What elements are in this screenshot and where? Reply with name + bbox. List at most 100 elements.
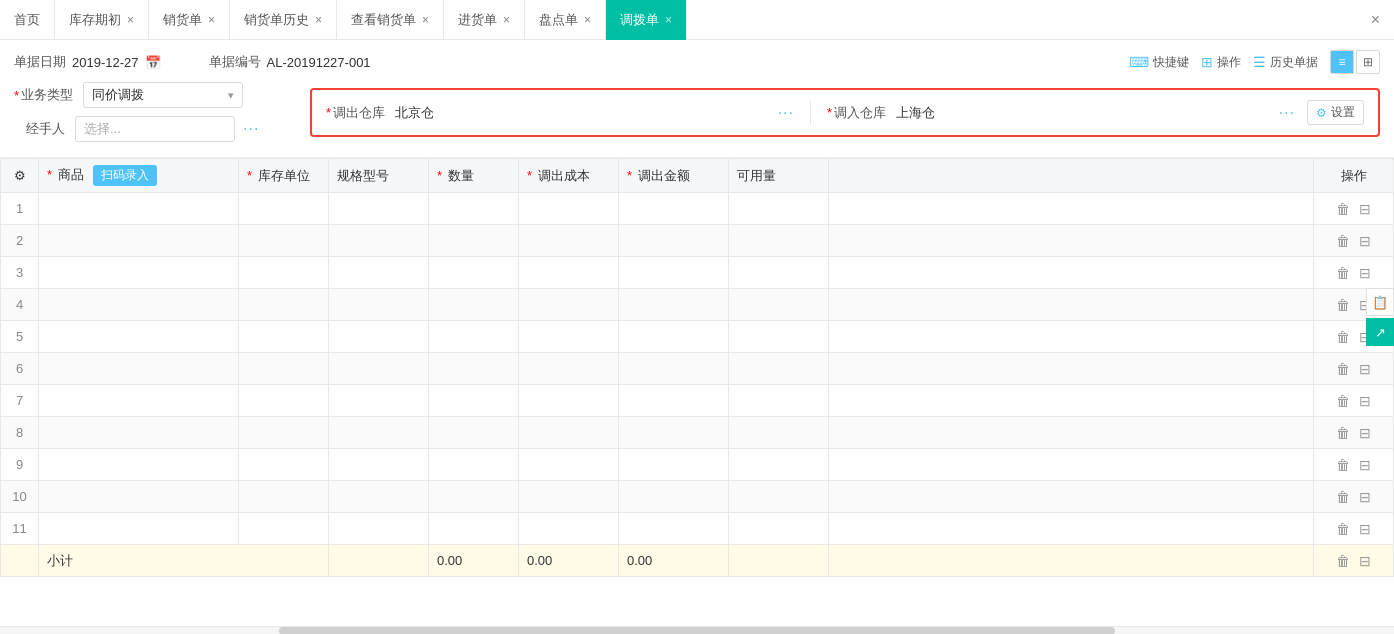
cell-cost[interactable] [519,193,619,225]
business-type-select[interactable]: 同价调拨 ▾ [83,82,243,108]
cell-available[interactable] [729,385,829,417]
scrollbar-track[interactable] [0,626,1394,634]
cell-qty[interactable] [429,225,519,257]
cell-spec[interactable] [329,321,429,353]
copy-icon[interactable]: ⊟ [1359,361,1371,377]
cell-amount[interactable] [619,353,729,385]
cell-amount[interactable] [619,513,729,545]
cell-available[interactable] [729,417,829,449]
tab-sales[interactable]: 销货单 × [149,0,230,40]
cell-product[interactable] [39,353,239,385]
cell-amount[interactable] [619,225,729,257]
cell-qty[interactable] [429,353,519,385]
cell-unit[interactable] [239,289,329,321]
tab-stock-init[interactable]: 库存期初 × [55,0,149,40]
cell-qty[interactable] [429,289,519,321]
cell-unit[interactable] [239,449,329,481]
cell-available[interactable] [729,321,829,353]
view-toggle-grid[interactable]: ⊞ [1356,50,1380,74]
tab-close-icon[interactable]: × [315,13,322,27]
window-close-button[interactable]: × [1357,0,1394,40]
tab-sales-history[interactable]: 销货单历史 × [230,0,337,40]
cell-unit[interactable] [239,257,329,289]
cell-available[interactable] [729,289,829,321]
cell-available[interactable] [729,225,829,257]
cell-product[interactable] [39,449,239,481]
copy-icon[interactable]: ⊟ [1359,489,1371,505]
cell-unit[interactable] [239,481,329,513]
tab-close-icon[interactable]: × [584,13,591,27]
cell-product[interactable] [39,289,239,321]
cell-amount[interactable] [619,385,729,417]
tab-close-icon[interactable]: × [422,13,429,27]
tab-close-icon[interactable]: × [208,13,215,27]
cell-spec[interactable] [329,257,429,289]
cell-cost[interactable] [519,289,619,321]
cell-unit[interactable] [239,385,329,417]
cell-spec[interactable] [329,353,429,385]
cell-spec[interactable] [329,417,429,449]
cell-available[interactable] [729,257,829,289]
cell-cost[interactable] [519,353,619,385]
delete-icon[interactable]: 🗑 [1336,425,1350,441]
cell-qty[interactable] [429,385,519,417]
delete-icon[interactable]: 🗑 [1336,329,1350,345]
scan-barcode-btn[interactable]: 扫码录入 [93,165,157,186]
copy-icon[interactable]: ⊟ [1359,265,1371,281]
tab-home[interactable]: 首页 [0,0,55,40]
cell-product[interactable] [39,481,239,513]
cell-amount[interactable] [619,321,729,353]
cell-cost[interactable] [519,449,619,481]
delete-icon[interactable]: 🗑 [1336,201,1350,217]
copy-icon[interactable]: ⊟ [1359,457,1371,473]
cell-product[interactable] [39,321,239,353]
cell-available[interactable] [729,353,829,385]
cell-cost[interactable] [519,417,619,449]
cell-cost[interactable] [519,481,619,513]
cell-amount[interactable] [619,481,729,513]
copy-icon[interactable]: ⊟ [1359,233,1371,249]
delete-icon[interactable]: 🗑 [1336,393,1350,409]
right-tool-export[interactable]: ↗ [1366,318,1394,346]
warehouse-out-more-btn[interactable]: ··· [778,104,794,122]
cell-qty[interactable] [429,257,519,289]
cell-cost[interactable] [519,225,619,257]
delete-icon[interactable]: 🗑 [1336,553,1350,569]
cell-spec[interactable] [329,449,429,481]
cell-unit[interactable] [239,193,329,225]
tab-inventory[interactable]: 盘点单 × [525,0,606,40]
cell-product[interactable] [39,257,239,289]
cell-qty[interactable] [429,321,519,353]
cell-product[interactable] [39,225,239,257]
delete-icon[interactable]: 🗑 [1336,489,1350,505]
delete-icon[interactable]: 🗑 [1336,361,1350,377]
shortcut-btn[interactable]: ⌨ 快捷键 [1129,54,1189,71]
cell-amount[interactable] [619,449,729,481]
tab-close-icon[interactable]: × [127,13,134,27]
copy-icon[interactable]: ⊟ [1359,425,1371,441]
tab-purchase[interactable]: 进货单 × [444,0,525,40]
cell-qty[interactable] [429,449,519,481]
handler-select[interactable]: 选择... [75,116,235,142]
cell-cost[interactable] [519,513,619,545]
cell-spec[interactable] [329,385,429,417]
calendar-icon[interactable]: 📅 [145,55,161,70]
cell-qty[interactable] [429,481,519,513]
cell-amount[interactable] [619,417,729,449]
cell-product[interactable] [39,193,239,225]
cell-spec[interactable] [329,481,429,513]
tab-close-icon[interactable]: × [503,13,510,27]
cell-amount[interactable] [619,289,729,321]
cell-available[interactable] [729,449,829,481]
delete-icon[interactable]: 🗑 [1336,521,1350,537]
operation-btn[interactable]: ⊞ 操作 [1201,54,1241,71]
tab-close-icon[interactable]: × [665,13,672,27]
cell-product[interactable] [39,417,239,449]
tab-transfer[interactable]: 调拨单 × [606,0,687,40]
cell-spec[interactable] [329,193,429,225]
cell-unit[interactable] [239,353,329,385]
delete-icon[interactable]: 🗑 [1336,233,1350,249]
delete-icon[interactable]: 🗑 [1336,457,1350,473]
cell-qty[interactable] [429,193,519,225]
cell-unit[interactable] [239,513,329,545]
